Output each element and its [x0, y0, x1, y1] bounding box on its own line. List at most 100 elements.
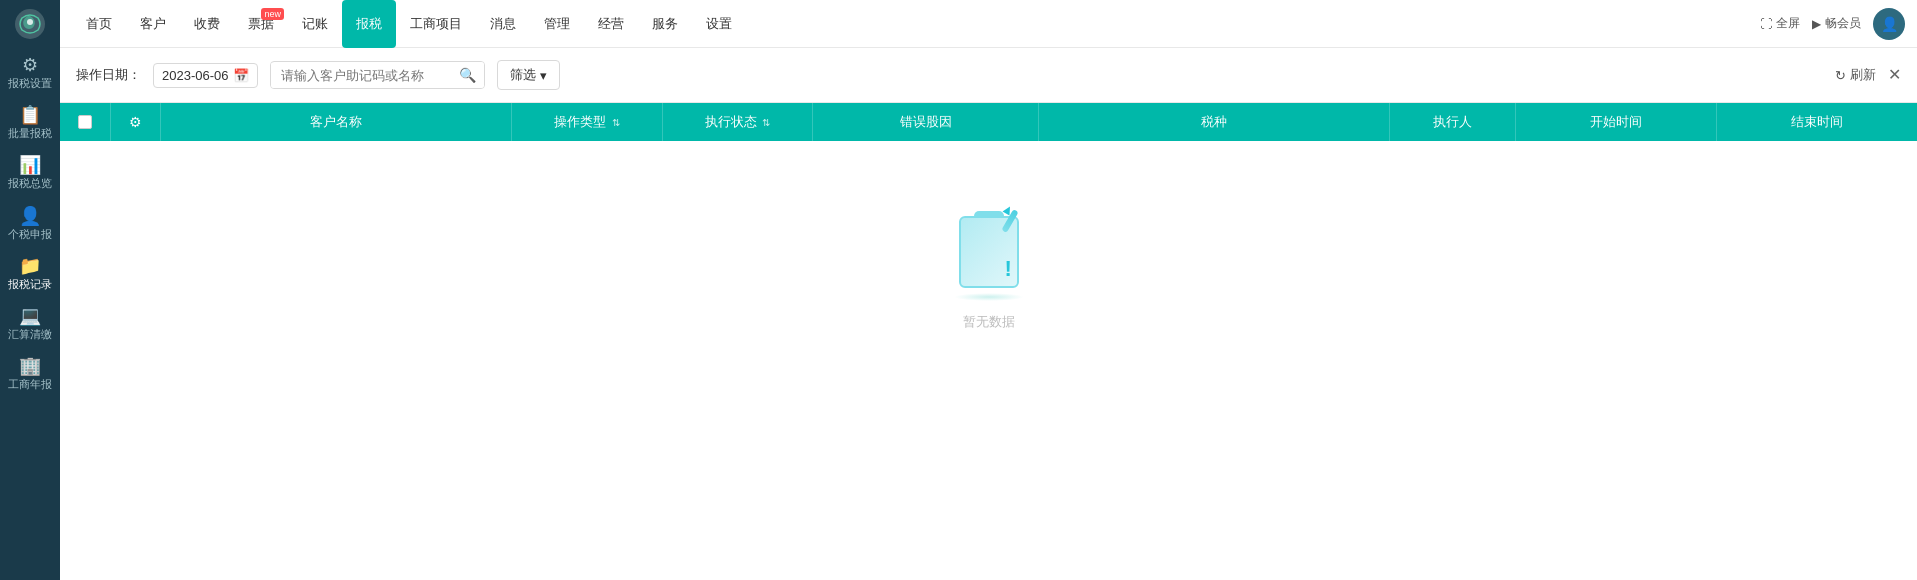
sidebar-label-personal-tax: 个税申报	[8, 228, 52, 241]
nav-item-invoices[interactable]: 票据new	[234, 0, 288, 48]
content-area: 操作日期： 2023-06-06 📅 🔍 筛选 ▾ ↻ 刷新 ✕	[60, 48, 1917, 580]
date-value: 2023-06-06	[162, 68, 229, 83]
date-label: 操作日期：	[76, 66, 141, 84]
nav-label-messages: 消息	[490, 15, 516, 33]
th-client-name: 客户名称	[160, 103, 511, 141]
th-checkbox	[60, 103, 110, 141]
th-client-label: 客户名称	[310, 114, 362, 129]
tax-overview-icon: 📊	[19, 156, 41, 174]
nav-item-tax[interactable]: 报税	[342, 0, 396, 48]
tax-records-icon: 📁	[19, 257, 41, 275]
search-input[interactable]	[271, 63, 451, 88]
personal-tax-icon: 👤	[19, 207, 41, 225]
nav-item-settings[interactable]: 设置	[692, 0, 746, 48]
svg-point-1	[27, 19, 33, 25]
filter-label: 筛选	[510, 66, 536, 84]
nav-item-clients[interactable]: 客户	[126, 0, 180, 48]
vip-label: 畅会员	[1825, 15, 1861, 32]
nav-item-business[interactable]: 工商项目	[396, 0, 476, 48]
search-box: 🔍	[270, 61, 485, 89]
remittance-icon: 💻	[19, 307, 41, 325]
sidebar-item-tax-overview[interactable]: 📊 报税总览	[0, 148, 60, 198]
base-shadow	[954, 293, 1024, 301]
user-avatar[interactable]: 👤	[1873, 8, 1905, 40]
nav-label-tax: 报税	[356, 15, 382, 33]
sidebar-item-tax-settings[interactable]: ⚙ 报税设置	[0, 48, 60, 98]
th-exec-status[interactable]: 执行状态 ⇅	[662, 103, 813, 141]
th-starttime-label: 开始时间	[1590, 114, 1642, 129]
filter-button[interactable]: 筛选 ▾	[497, 60, 560, 90]
sidebar-label-tax-records: 报税记录	[8, 278, 52, 291]
nav-label-services: 服务	[652, 15, 678, 33]
refresh-icon: ↻	[1835, 68, 1846, 83]
nav-label-business: 工商项目	[410, 15, 462, 33]
sidebar-label-annual-report: 工商年报	[8, 378, 52, 391]
nav-badge-invoices: new	[261, 8, 284, 21]
app-logo	[0, 0, 60, 48]
refresh-label: 刷新	[1850, 66, 1876, 84]
th-tax-type: 税种	[1039, 103, 1390, 141]
nav-label-management: 管理	[544, 15, 570, 33]
vip-icon: ▶	[1812, 17, 1821, 31]
topnav-right: ⛶ 全屏 ▶ 畅会员 👤	[1760, 8, 1905, 40]
th-executor: 执行人	[1390, 103, 1515, 141]
search-button[interactable]: 🔍	[451, 62, 484, 88]
top-navigation: 首页 客户 收费票据new 记账 报税 工商项目 消息 管理经营服务设置 ⛶ 全屏 ▶ 畅会员…	[60, 0, 1917, 48]
toolbar-right: ↻ 刷新 ✕	[1835, 66, 1901, 84]
refresh-button[interactable]: ↻ 刷新	[1835, 66, 1876, 84]
sidebar-label-remittance: 汇算清缴	[8, 328, 52, 341]
date-picker[interactable]: 2023-06-06 📅	[153, 63, 258, 88]
th-status-label: 执行状态	[705, 114, 757, 129]
data-table: ⚙ 客户名称 操作类型 ⇅ 执行状态 ⇅	[60, 103, 1917, 391]
nav-item-management[interactable]: 管理	[530, 0, 584, 48]
avatar-icon: 👤	[1881, 16, 1898, 32]
nav-item-billing[interactable]: 收费	[180, 0, 234, 48]
nav-label-accounting: 记账	[302, 15, 328, 33]
fullscreen-icon: ⛶	[1760, 17, 1772, 31]
vip-button[interactable]: ▶ 畅会员	[1812, 15, 1861, 32]
fullscreen-label: 全屏	[1776, 15, 1800, 32]
table-container: ⚙ 客户名称 操作类型 ⇅ 执行状态 ⇅	[60, 103, 1917, 580]
th-error-reason: 错误股因	[813, 103, 1039, 141]
table-header-row: ⚙ 客户名称 操作类型 ⇅ 执行状态 ⇅	[60, 103, 1917, 141]
nav-label-billing: 收费	[194, 15, 220, 33]
th-settings: ⚙	[110, 103, 160, 141]
nav-item-accounting[interactable]: 记账	[288, 0, 342, 48]
sidebar-label-batch-tax: 批量报税	[8, 127, 52, 140]
tax-settings-icon: ⚙	[22, 56, 38, 74]
sidebar-item-tax-records[interactable]: 📁 报税记录	[0, 249, 60, 299]
nav-item-home[interactable]: 首页	[72, 0, 126, 48]
empty-state: ! 暂无数据	[60, 141, 1917, 391]
th-errreason-label: 错误股因	[900, 114, 952, 129]
th-start-time: 开始时间	[1515, 103, 1716, 141]
exclamation-mark: !	[1005, 256, 1012, 282]
sidebar-item-batch-tax[interactable]: 📋 批量报税	[0, 98, 60, 148]
nav-label-home: 首页	[86, 15, 112, 33]
sort-optype-icon: ⇅	[612, 117, 620, 128]
nav-item-services[interactable]: 服务	[638, 0, 692, 48]
nav-item-messages[interactable]: 消息	[476, 0, 530, 48]
select-all-checkbox[interactable]	[78, 115, 92, 129]
main-container: 首页 客户 收费票据new 记账 报税 工商项目 消息 管理经营服务设置 ⛶ 全屏 ▶ 畅会员…	[60, 0, 1917, 580]
empty-state-row: ! 暂无数据	[60, 141, 1917, 391]
sidebar-item-personal-tax[interactable]: 👤 个税申报	[0, 199, 60, 249]
sidebar-item-remittance[interactable]: 💻 汇算清缴	[0, 299, 60, 349]
batch-tax-icon: 📋	[19, 106, 41, 124]
th-op-type[interactable]: 操作类型 ⇅	[512, 103, 663, 141]
table-body: ! 暂无数据	[60, 141, 1917, 391]
sidebar-label-tax-overview: 报税总览	[8, 177, 52, 190]
sort-status-icon: ⇅	[762, 117, 770, 128]
chevron-down-icon: ▾	[540, 68, 547, 83]
nav-label-clients: 客户	[140, 15, 166, 33]
sidebar-item-annual-report[interactable]: 🏢 工商年报	[0, 349, 60, 399]
fullscreen-button[interactable]: ⛶ 全屏	[1760, 15, 1800, 32]
th-executor-label: 执行人	[1433, 114, 1472, 129]
th-optype-label: 操作类型	[554, 114, 606, 129]
column-settings-icon[interactable]: ⚙	[129, 114, 142, 130]
nav-item-finance[interactable]: 经营	[584, 0, 638, 48]
nav-items: 首页 客户 收费票据new 记账 报税 工商项目 消息 管理经营服务设置	[72, 0, 1760, 48]
toolbar: 操作日期： 2023-06-06 📅 🔍 筛选 ▾ ↻ 刷新 ✕	[60, 48, 1917, 103]
sidebar-label-tax-settings: 报税设置	[8, 77, 52, 90]
close-button[interactable]: ✕	[1888, 67, 1901, 83]
th-taxtype-label: 税种	[1201, 114, 1227, 129]
